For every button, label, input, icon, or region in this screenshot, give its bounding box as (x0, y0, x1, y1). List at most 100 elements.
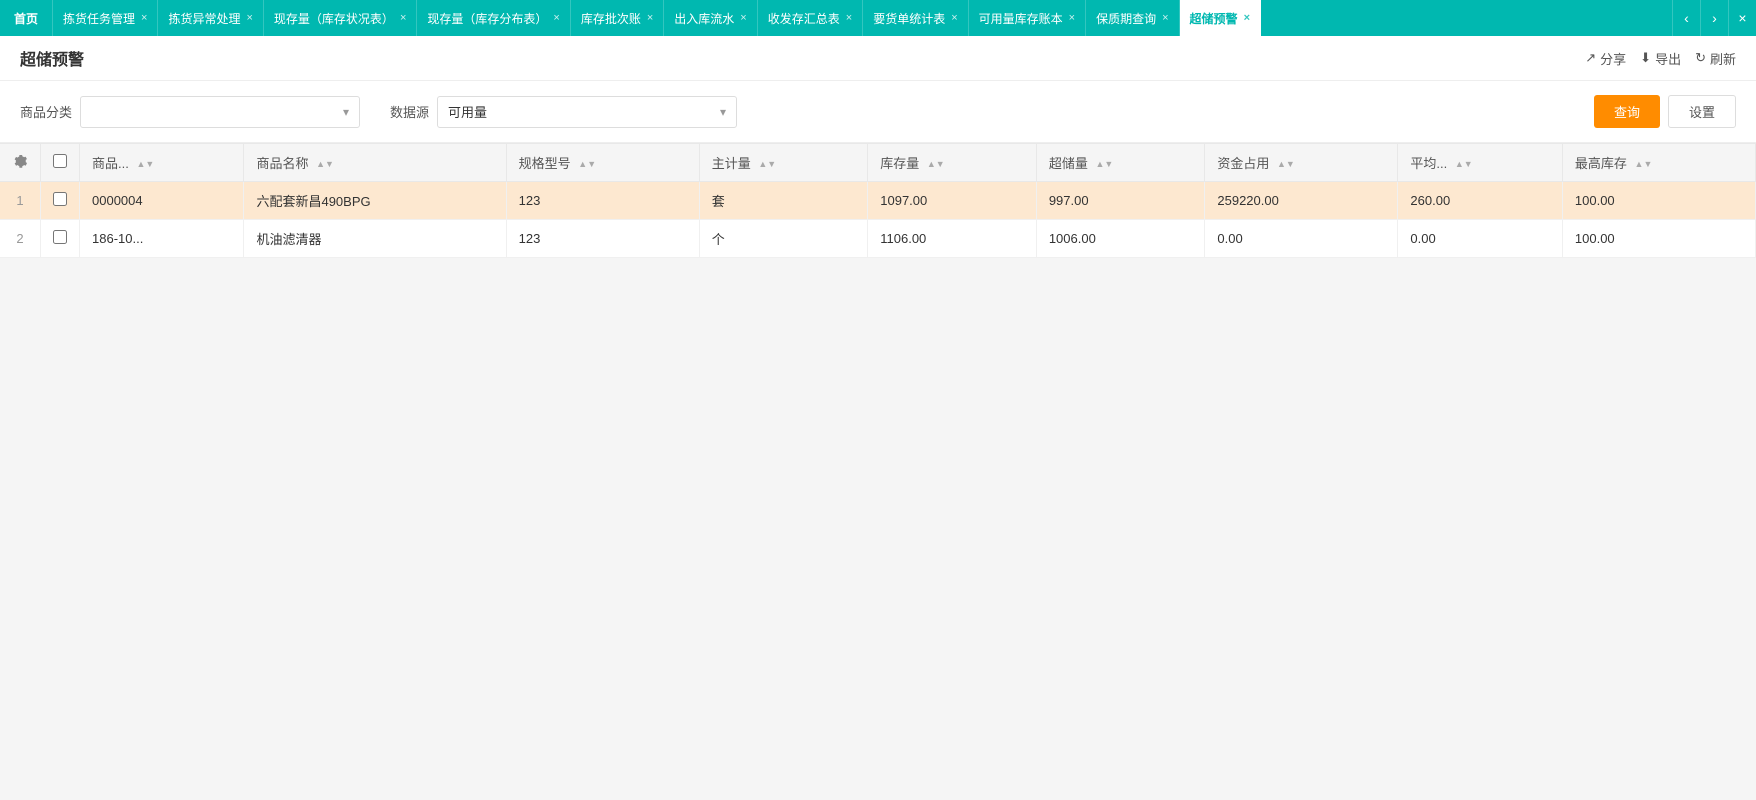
nav-tab-overstock-close[interactable]: × (1244, 12, 1250, 24)
nav-arrow-left[interactable]: ‹ (1672, 0, 1700, 36)
nav-tab-inout-close[interactable]: × (740, 12, 746, 24)
nav-tab-order-close[interactable]: × (951, 12, 957, 24)
col-overstock[interactable]: 超储量 ▲▼ (1036, 144, 1205, 182)
row-product-code: 0000004 (80, 182, 244, 220)
col-max-stock[interactable]: 最高库存 ▲▼ (1562, 144, 1755, 182)
col-product-name-sort-icon: ▲▼ (316, 160, 334, 169)
nav-tab-order[interactable]: 要货单统计表 × (863, 0, 968, 36)
nav-tab-stock-dist-label: 现存量（库存分布表） (427, 10, 547, 27)
row-checkbox-1[interactable] (53, 230, 67, 244)
col-spec[interactable]: 规格型号 ▲▼ (506, 144, 699, 182)
nav-tab-task-label: 拣货任务管理 (63, 10, 135, 27)
filter-actions: 查询 设置 (1594, 95, 1736, 128)
col-overstock-sort-icon: ▲▼ (1095, 160, 1113, 169)
category-chevron-icon: ▾ (343, 105, 349, 119)
table-row: 1 0000004 六配套新昌490BPG 123 套 1097.00 997.… (0, 182, 1756, 220)
share-icon: ↗ (1585, 50, 1596, 66)
query-button[interactable]: 查询 (1594, 95, 1660, 128)
overstock-table: 商品... ▲▼ 商品名称 ▲▼ 规格型号 ▲▼ 主计量 ▲▼ 库存量 ▲▼ (0, 143, 1756, 258)
filter-group-datasource: 数据源 可用量 ▾ (390, 96, 737, 128)
export-icon: ⬇ (1640, 50, 1651, 66)
datasource-select-value: 可用量 (448, 102, 487, 121)
row-spec: 123 (506, 220, 699, 258)
col-unit-label: 主计量 (712, 156, 751, 171)
row-unit: 个 (699, 220, 868, 258)
col-product-name[interactable]: 商品名称 ▲▼ (244, 144, 506, 182)
nav-tab-stock-status-close[interactable]: × (400, 12, 406, 24)
nav-tab-batch[interactable]: 库存批次账 × (571, 0, 664, 36)
nav-tab-task-close[interactable]: × (141, 12, 147, 24)
table-header-row: 商品... ▲▼ 商品名称 ▲▼ 规格型号 ▲▼ 主计量 ▲▼ 库存量 ▲▼ (0, 144, 1756, 182)
export-label: 导出 (1655, 49, 1681, 68)
col-product-name-label: 商品名称 (256, 156, 308, 171)
row-product-name: 六配套新昌490BPG (244, 182, 506, 220)
row-avg: 260.00 (1398, 182, 1562, 220)
nav-tab-abnormal-label: 拣货异常处理 (168, 10, 240, 27)
row-product-name: 机油滤清器 (244, 220, 506, 258)
nav-tab-batch-label: 库存批次账 (581, 10, 641, 27)
row-checkbox-0[interactable] (53, 192, 67, 206)
col-capital[interactable]: 资金占用 ▲▼ (1205, 144, 1398, 182)
nav-tab-recv[interactable]: 收发存汇总表 × (758, 0, 863, 36)
row-max-stock: 100.00 (1562, 182, 1755, 220)
nav-tab-overstock-label: 超储预警 (1190, 10, 1238, 27)
nav-tab-quality[interactable]: 保质期查询 × (1086, 0, 1179, 36)
datasource-select[interactable]: 可用量 ▾ (437, 96, 737, 128)
col-stock[interactable]: 库存量 ▲▼ (868, 144, 1037, 182)
nav-tab-stock-status[interactable]: 现存量（库存状况表） × (264, 0, 417, 36)
col-unit-sort-icon: ▲▼ (758, 160, 776, 169)
row-capital: 0.00 (1205, 220, 1398, 258)
nav-arrow-close[interactable]: × (1728, 0, 1756, 36)
row-stock: 1097.00 (868, 182, 1037, 220)
nav-tab-abnormal-close[interactable]: × (246, 12, 252, 24)
datasource-chevron-icon: ▾ (720, 105, 726, 119)
table-row: 2 186-10... 机油滤清器 123 个 1106.00 1006.00 … (0, 220, 1756, 258)
nav-tab-stock-dist-close[interactable]: × (553, 12, 559, 24)
nav-tab-recv-label: 收发存汇总表 (768, 10, 840, 27)
nav-tab-home[interactable]: 首页 (0, 0, 53, 36)
nav-tab-stock-status-label: 现存量（库存状况表） (274, 10, 394, 27)
col-product-code[interactable]: 商品... ▲▼ (80, 144, 244, 182)
export-button[interactable]: ⬇ 导出 (1640, 49, 1681, 68)
row-unit: 套 (699, 182, 868, 220)
row-check-cell[interactable] (41, 182, 80, 220)
nav-tab-abnormal[interactable]: 拣货异常处理 × (158, 0, 263, 36)
col-spec-sort-icon: ▲▼ (578, 160, 596, 169)
col-product-code-label: 商品... (92, 156, 129, 171)
nav-tab-batch-close[interactable]: × (647, 12, 653, 24)
col-stock-sort-icon: ▲▼ (927, 160, 945, 169)
nav-tab-task[interactable]: 拣货任务管理 × (53, 0, 158, 36)
datasource-label: 数据源 (390, 102, 429, 121)
checkbox-all[interactable] (53, 154, 67, 168)
nav-tab-overstock[interactable]: 超储预警 × (1180, 0, 1261, 36)
col-capital-label: 资金占用 (1217, 156, 1269, 171)
nav-arrows: ‹ › × (1672, 0, 1756, 36)
row-check-cell[interactable] (41, 220, 80, 258)
nav-tab-inout[interactable]: 出入库流水 × (664, 0, 757, 36)
category-select[interactable]: ▾ (80, 96, 360, 128)
gear-icon[interactable] (12, 153, 28, 169)
col-stock-label: 库存量 (880, 156, 919, 171)
nav-arrow-right[interactable]: › (1700, 0, 1728, 36)
nav-tab-order-label: 要货单统计表 (873, 10, 945, 27)
nav-tab-stock-dist[interactable]: 现存量（库存分布表） × (417, 0, 570, 36)
nav-tab-quality-close[interactable]: × (1162, 12, 1168, 24)
refresh-button[interactable]: ↻ 刷新 (1695, 49, 1736, 68)
row-num: 2 (0, 220, 41, 258)
settings-button[interactable]: 设置 (1668, 95, 1736, 128)
nav-tab-recv-close[interactable]: × (846, 12, 852, 24)
table-body: 1 0000004 六配套新昌490BPG 123 套 1097.00 997.… (0, 182, 1756, 258)
nav-tab-avail[interactable]: 可用量库存账本 × (969, 0, 1086, 36)
page-title: 超储预警 (20, 46, 84, 70)
col-avg[interactable]: 平均... ▲▼ (1398, 144, 1562, 182)
row-spec: 123 (506, 182, 699, 220)
row-avg: 0.00 (1398, 220, 1562, 258)
col-avg-sort-icon: ▲▼ (1455, 160, 1473, 169)
col-unit[interactable]: 主计量 ▲▼ (699, 144, 868, 182)
share-button[interactable]: ↗ 分享 (1585, 49, 1626, 68)
nav-tab-quality-label: 保质期查询 (1096, 10, 1156, 27)
col-check-all[interactable] (41, 144, 80, 182)
nav-tab-avail-close[interactable]: × (1069, 12, 1075, 24)
row-stock: 1106.00 (868, 220, 1037, 258)
row-overstock: 1006.00 (1036, 220, 1205, 258)
